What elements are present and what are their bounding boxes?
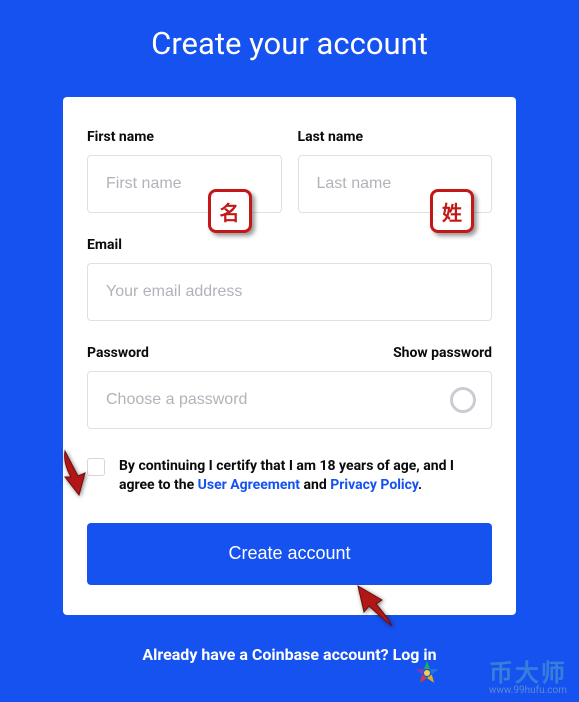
email-group: Email xyxy=(87,237,492,321)
show-password-toggle[interactable]: Show password xyxy=(393,345,492,361)
email-input[interactable] xyxy=(87,263,492,321)
certify-text: By continuing I certify that I am 18 yea… xyxy=(119,457,492,495)
last-name-input[interactable] xyxy=(298,155,493,213)
signup-form-card: First name 名 Last name 姓 Email Password … xyxy=(63,97,516,615)
page-title: Create your account xyxy=(0,0,579,97)
watermark: 币大师 www.99hufu.com xyxy=(489,661,567,696)
password-input[interactable] xyxy=(87,371,492,429)
watermark-text: 币大师 xyxy=(489,661,567,685)
first-name-label: First name xyxy=(87,129,282,145)
create-account-button[interactable]: Create account xyxy=(87,523,492,585)
password-strength-indicator-icon xyxy=(450,387,476,413)
watermark-url: www.99hufu.com xyxy=(489,685,567,696)
certify-checkbox[interactable] xyxy=(87,458,105,476)
first-name-group: First name 名 xyxy=(87,129,282,213)
last-name-label: Last name xyxy=(298,129,493,145)
user-agreement-link[interactable]: User Agreement xyxy=(198,477,300,493)
first-name-input[interactable] xyxy=(87,155,282,213)
password-label: Password xyxy=(87,345,149,361)
certify-row: By continuing I certify that I am 18 yea… xyxy=(87,457,492,495)
last-name-group: Last name 姓 xyxy=(298,129,493,213)
watermark-spinner-icon xyxy=(412,658,442,688)
email-label: Email xyxy=(87,237,492,253)
privacy-policy-link[interactable]: Privacy Policy xyxy=(330,477,418,493)
password-group: Password Show password xyxy=(87,345,492,429)
